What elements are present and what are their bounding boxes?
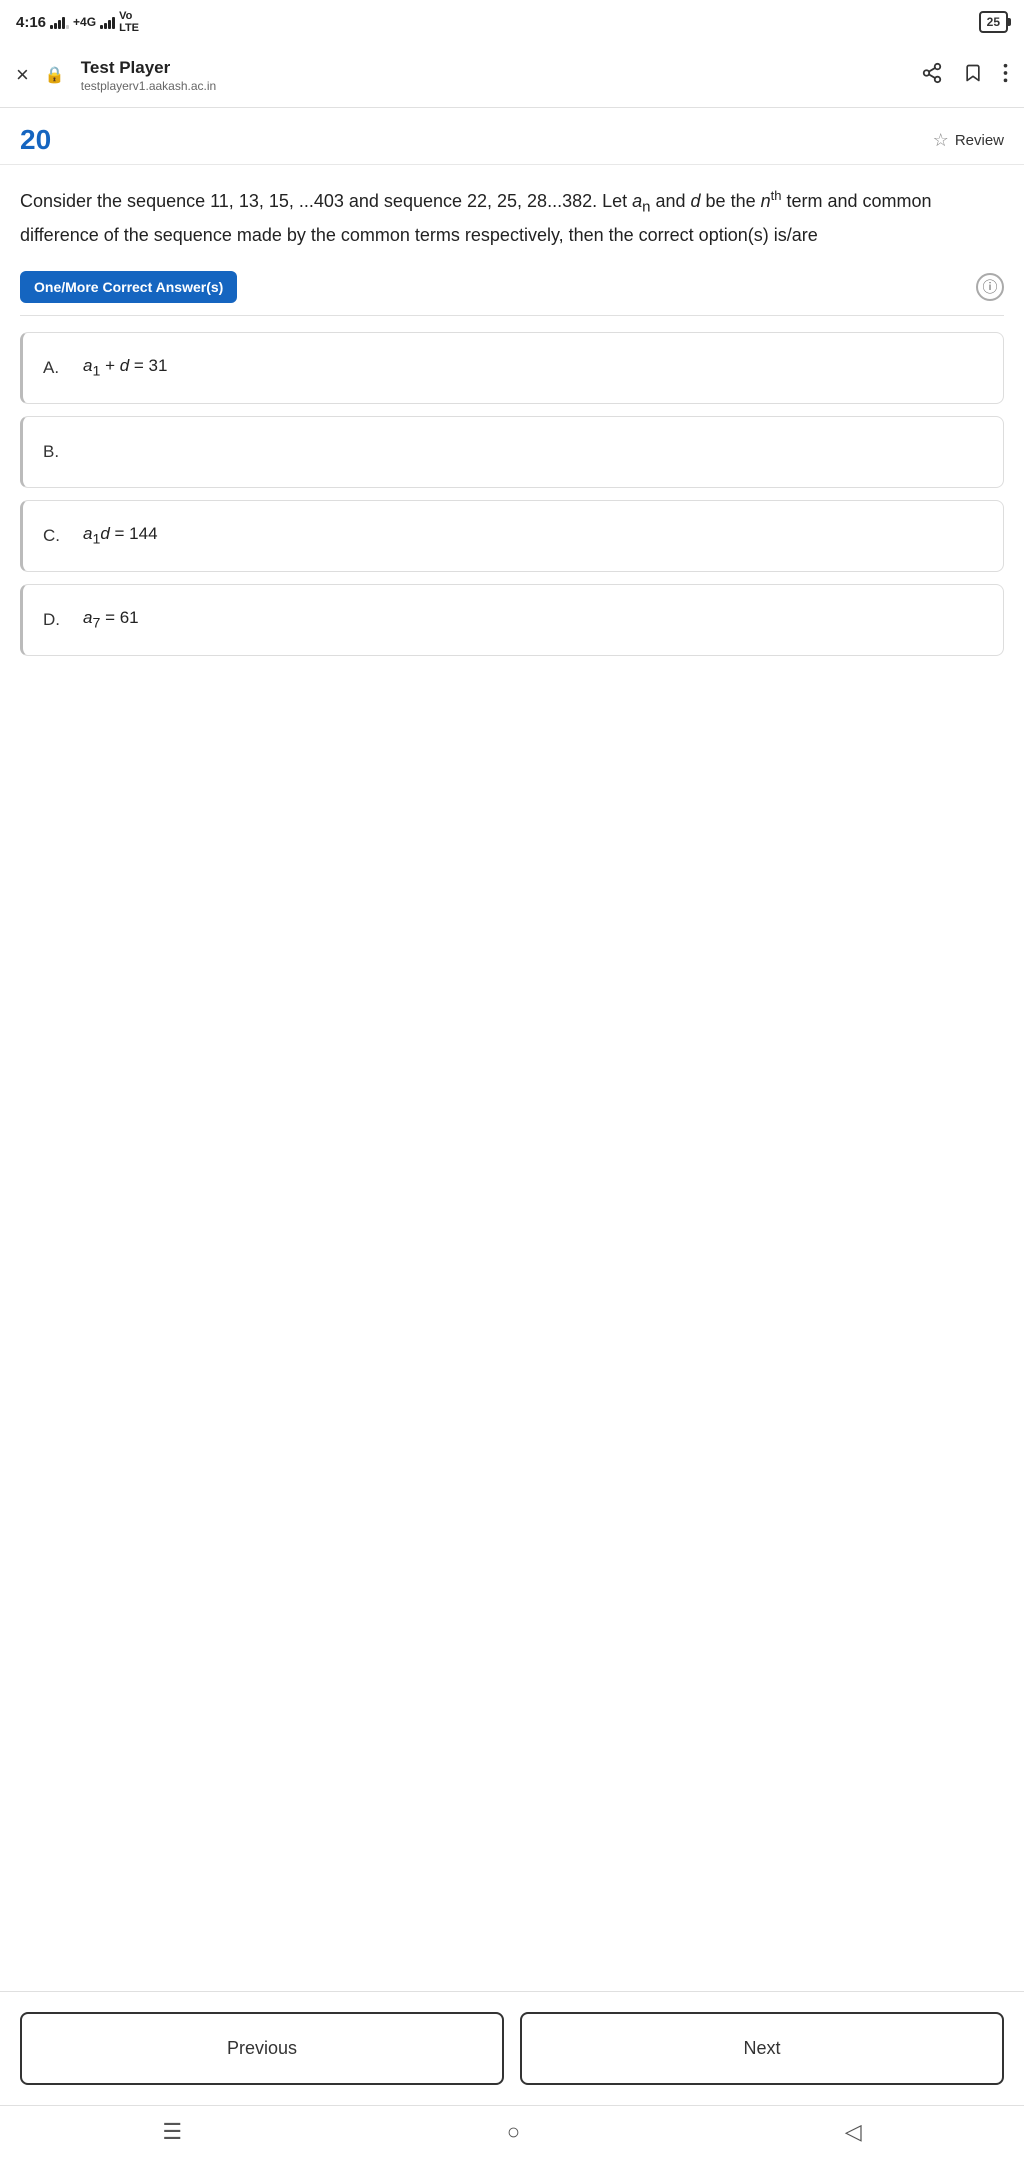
status-right: 25 (979, 11, 1008, 33)
browser-title: Test Player (81, 58, 216, 78)
options-container: A. a1 + d = 31 B. C. a1d = 144 (20, 332, 1004, 656)
browser-icons (921, 62, 1008, 90)
bookmark-icon[interactable] (963, 62, 983, 90)
previous-button[interactable]: Previous (20, 2012, 504, 2085)
browser-bar: × 🔒 Test Player testplayerv1.aakash.ac.i… (0, 44, 1024, 108)
signal-bars (50, 15, 69, 29)
question-number: 20 (20, 124, 51, 156)
option-c-text: a1d = 144 (83, 524, 158, 547)
bar4 (62, 17, 65, 29)
bar2 (54, 23, 57, 29)
option-a-text: a1 + d = 31 (83, 356, 167, 379)
b1 (100, 25, 103, 29)
question-content: Consider the sequence 11, 13, 15, ...403… (0, 165, 1024, 1991)
subscript-n: n (642, 199, 650, 216)
b3 (108, 20, 111, 29)
bottom-nav-bar: ☰ ○ ◁ (0, 2105, 1024, 2161)
browser-url: testplayerv1.aakash.ac.in (81, 79, 216, 93)
review-label: Review (955, 132, 1004, 149)
th-superscript: th (771, 188, 782, 203)
network-type: +4G (73, 15, 96, 29)
battery-indicator: 25 (979, 11, 1008, 33)
navigation-buttons: Previous Next (0, 1991, 1024, 2105)
option-a[interactable]: A. a1 + d = 31 (20, 332, 1004, 404)
option-b[interactable]: B. (20, 416, 1004, 488)
question-card: 20 ☆ Review Consider the sequence 11, 13… (0, 108, 1024, 2105)
signal-bars-2 (100, 15, 115, 29)
option-d-label: D. (43, 610, 67, 630)
info-icon[interactable]: ⓘ (976, 273, 1004, 301)
an-variable: a (632, 191, 642, 211)
browser-title-area: Test Player testplayerv1.aakash.ac.in (81, 58, 216, 92)
b2 (104, 23, 107, 29)
share-icon[interactable] (921, 62, 943, 90)
option-d-text: a7 = 61 (83, 608, 139, 631)
lte-text: LTE (119, 22, 139, 34)
back-icon[interactable]: ◁ (845, 2119, 862, 2145)
option-c[interactable]: C. a1d = 144 (20, 500, 1004, 572)
time-display: 4:16 (16, 14, 46, 31)
close-button[interactable]: × (16, 62, 29, 88)
option-c-label: C. (43, 526, 67, 546)
home-icon[interactable]: ○ (507, 2119, 520, 2145)
d-variable: d (691, 191, 701, 211)
vo-text: Vo (119, 10, 139, 22)
bar1 (50, 25, 53, 29)
status-left: 4:16 +4G Vo LTE (16, 10, 139, 34)
b4 (112, 17, 115, 29)
answer-type-badge: One/More Correct Answer(s) (20, 271, 237, 303)
question-header: 20 ☆ Review (0, 108, 1024, 165)
next-button[interactable]: Next (520, 2012, 1004, 2085)
option-a-label: A. (43, 358, 67, 378)
lock-icon: 🔒 (45, 65, 65, 85)
vo-lte: Vo LTE (119, 10, 139, 34)
star-icon: ☆ (933, 130, 949, 151)
main-area: 20 ☆ Review Consider the sequence 11, 13… (0, 108, 1024, 2105)
bar5 (66, 25, 69, 29)
option-d[interactable]: D. a7 = 61 (20, 584, 1004, 656)
answer-type-row: One/More Correct Answer(s) ⓘ (20, 271, 1004, 316)
option-b-label: B. (43, 442, 67, 462)
more-options-icon[interactable] (1003, 62, 1008, 90)
nth-text: n (761, 191, 771, 211)
status-bar: 4:16 +4G Vo LTE 25 (0, 0, 1024, 44)
bar3 (58, 20, 61, 29)
review-button[interactable]: ☆ Review (933, 130, 1004, 151)
menu-icon[interactable]: ☰ (162, 2119, 182, 2145)
browser-left: × 🔒 Test Player testplayerv1.aakash.ac.i… (16, 58, 216, 92)
question-text: Consider the sequence 11, 13, 15, ...403… (20, 185, 1004, 251)
